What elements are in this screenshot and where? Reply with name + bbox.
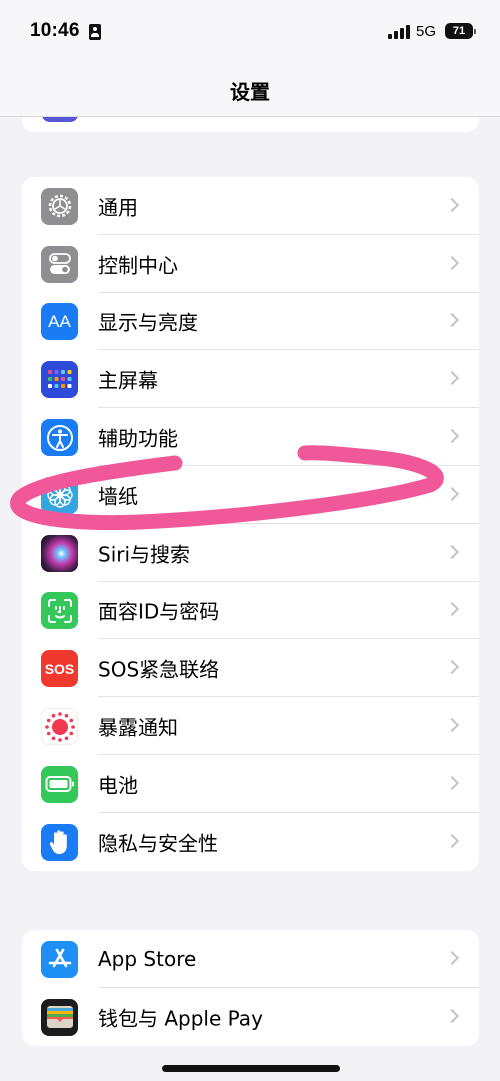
settings-row-label: 辅助功能 (98, 426, 178, 451)
network-type: 5G (416, 23, 437, 40)
settings-row-label: App Store (98, 946, 197, 971)
wallpaper-flower-icon (41, 476, 78, 514)
chevron-right-icon (444, 313, 460, 328)
settings-row-gear[interactable]: 通用 (22, 177, 479, 235)
chevron-right-icon (444, 1008, 460, 1023)
wallet-icon (41, 998, 78, 1036)
chevron-right-icon (444, 950, 460, 965)
gear-icon (41, 187, 78, 225)
settings-row-label: 暴露通知 (98, 715, 178, 740)
settings-row-label: 主屏幕 (98, 368, 158, 393)
toggles-icon (41, 245, 78, 283)
settings-row-label: 显示与亮度 (98, 310, 198, 335)
settings-row-home-screen-grid[interactable]: 主屏幕 (22, 350, 479, 409)
settings-row-wallpaper-flower[interactable]: 墙纸 (22, 466, 479, 524)
settings-row-label: 电池 (98, 773, 138, 798)
settings-row-label: 墙纸 (98, 484, 138, 509)
settings-row-siri[interactable]: Siri与搜索 (22, 524, 479, 582)
exposure-notification-icon (41, 708, 78, 746)
settings-group-main: 通用 控制中心 AA 显示与亮度 主屏幕 辅助功能 墙纸 Siri与搜索 面容ID与密码 SOS S… (22, 177, 479, 871)
settings-row-exposure-notification[interactable]: 暴露通知 (22, 697, 479, 755)
chevron-right-icon (444, 197, 460, 212)
settings-row-label: 钱包与 Apple Pay (98, 1006, 263, 1031)
settings-row-face-id[interactable]: 面容ID与密码 (22, 582, 479, 640)
settings-row-label: SOS紧急联络 (98, 657, 220, 682)
settings-group-store: App Store 钱包与 Apple Pay (22, 930, 479, 1046)
siri-icon (41, 534, 78, 572)
chevron-right-icon (444, 544, 460, 559)
chevron-right-icon (444, 775, 460, 790)
battery-tip-icon (474, 29, 476, 34)
settings-row-accessibility[interactable]: 辅助功能 (22, 408, 479, 466)
chevron-right-icon (444, 833, 460, 848)
settings-row-label: Siri与搜索 (98, 542, 191, 567)
cellular-signal-icon (388, 25, 410, 39)
chevron-right-icon (444, 602, 460, 617)
chevron-right-icon (444, 371, 460, 386)
settings-row-wallet[interactable]: 钱包与 Apple Pay (22, 988, 479, 1046)
settings-row-sos[interactable]: SOS SOS紧急联络 (22, 639, 479, 698)
privacy-hand-icon (41, 823, 78, 861)
app-store-icon (41, 940, 78, 978)
sos-icon: SOS (41, 650, 78, 688)
settings-row-label: 隐私与安全性 (98, 831, 218, 856)
chevron-right-icon (444, 660, 460, 675)
settings-row-privacy-hand[interactable]: 隐私与安全性 (22, 813, 479, 871)
battery-level: 71 (445, 23, 473, 39)
battery-icon (41, 765, 78, 803)
home-screen-grid-icon (41, 361, 78, 399)
chevron-right-icon (444, 717, 460, 733)
face-id-icon (41, 592, 78, 630)
navigation-bar: 设置 (0, 60, 500, 117)
settings-row-app-store[interactable]: App Store (22, 930, 479, 988)
settings-row-label: 控制中心 (98, 253, 178, 278)
text-size-icon: AA (41, 303, 78, 341)
status-time: 10:46 (30, 20, 80, 41)
settings-row-label: 通用 (98, 195, 138, 220)
chevron-right-icon (444, 429, 460, 444)
chevron-right-icon (444, 486, 460, 501)
settings-row-toggles[interactable]: 控制中心 (22, 235, 479, 293)
contact-card-icon (89, 24, 101, 40)
partial-icon (42, 117, 78, 122)
chevron-right-icon (444, 255, 460, 270)
page-title: 设置 (230, 80, 270, 104)
settings-row-text-size[interactable]: AA 显示与亮度 (22, 293, 479, 351)
settings-row-label: 面容ID与密码 (98, 599, 220, 624)
settings-row-battery[interactable]: 电池 (22, 755, 479, 813)
previous-group-peek (22, 117, 479, 132)
status-bar: 10:46 5G 71 (0, 0, 500, 60)
home-indicator[interactable] (162, 1065, 340, 1072)
accessibility-icon (41, 419, 78, 457)
